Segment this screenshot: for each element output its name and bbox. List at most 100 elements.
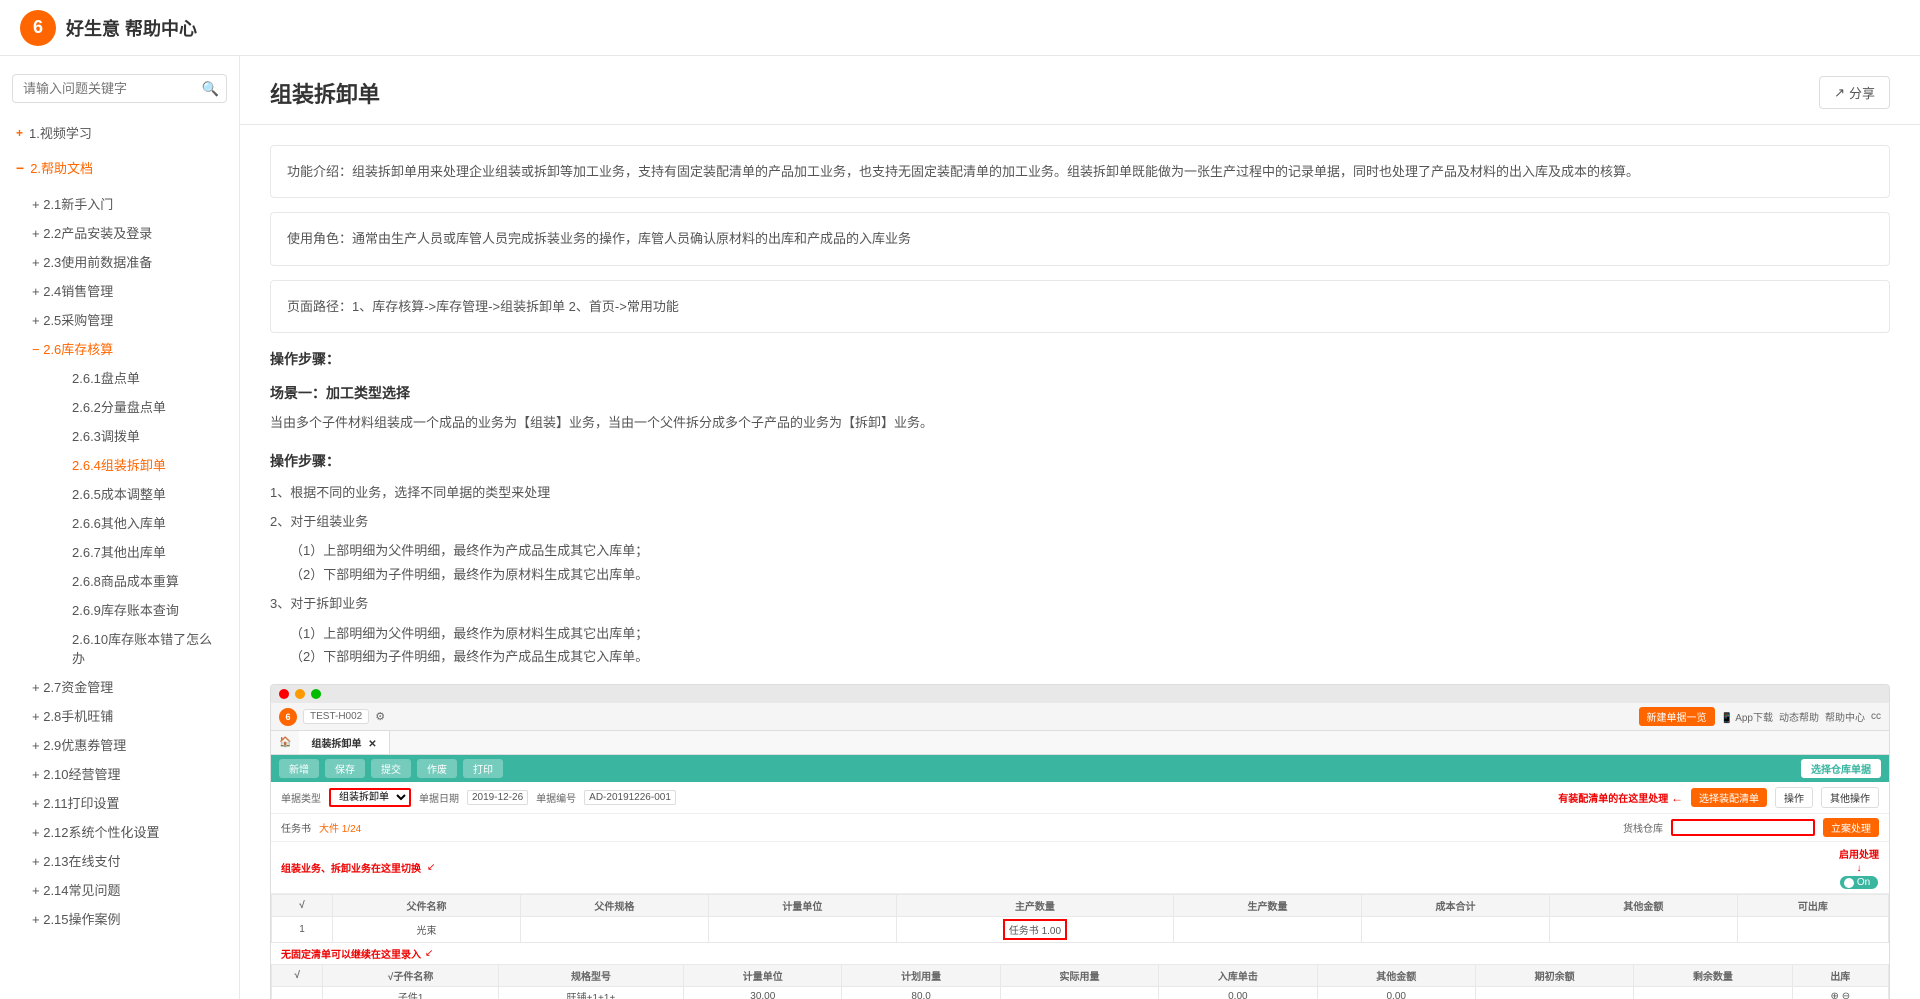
sidebar-item-management[interactable]: + 2.10经营管理 <box>32 759 239 788</box>
td-b-inprice: 0.00 <box>1159 987 1317 999</box>
th-b-out: 出库 <box>1792 965 1888 987</box>
mockup-tab-active[interactable]: 组装拆卸单 ✕ <box>299 731 389 754</box>
sidebar-item-stocktake[interactable]: 2.6.1盘点单 <box>72 363 239 392</box>
sidebar-item-print[interactable]: + 2.11打印设置 <box>32 788 239 817</box>
mockup-type-label: 单据类型 <box>281 790 321 805</box>
th-unit: 计量单位 <box>708 895 896 917</box>
td-plan-inner: 任务书 1.00 <box>1003 919 1067 940</box>
td-b-remain <box>1634 987 1792 999</box>
plus-icon: + <box>32 197 40 212</box>
sidebar-item-otheroutbound[interactable]: 2.6.7其他出库单 <box>72 537 239 566</box>
mockup-btn-confirm[interactable]: 立案处理 <box>1823 818 1879 837</box>
mockup-tab-close[interactable]: ✕ <box>368 739 376 750</box>
header: 6 好生意 帮助中心 <box>0 0 1920 56</box>
mockup-ui: 6 TEST-H002 ⚙ 新建单据一览 📱 App下载 动态帮助 帮助中心 c… <box>271 703 1889 999</box>
sidebar-docs-sub: + 2.1新手入门 + 2.2产品安装及登录 + 2.3使用前数据准备 + 2.… <box>0 185 239 937</box>
sidebar-item-coupon[interactable]: + 2.9优惠券管理 <box>32 730 239 759</box>
mockup-btn-other1[interactable]: 操作 <box>1775 787 1813 808</box>
sidebar-item-settings[interactable]: + 2.12系统个性化设置 <box>32 817 239 846</box>
sidebar-item-stockledger[interactable]: 2.6.9库存账本查询 <box>72 595 239 624</box>
annotation4-arrow: ↙ <box>425 948 433 959</box>
mockup-type-select[interactable]: 组装拆卸单 <box>329 788 411 807</box>
mockup-btn-delete[interactable]: 作废 <box>417 759 457 778</box>
mockup-task-label: 任务书 <box>281 820 311 835</box>
plus-icon: + <box>32 680 40 695</box>
breadcrumb-block: 页面路径：1、库存核算->库存管理->组装拆卸单 2、首页->常用功能 <box>270 280 1890 333</box>
sidebar-item-payment[interactable]: + 2.13在线支付 <box>32 846 239 875</box>
annotation4-area: 无固定清单可以继续在这里录入 ↙ <box>271 943 1889 964</box>
plus-icon: + <box>32 284 40 299</box>
mockup-btn-select-bom[interactable]: 选择装配清单 <box>1691 788 1767 807</box>
sidebar-item-assembly[interactable]: 2.6.4组装拆卸单 <box>72 450 239 479</box>
sidebar-item-faq[interactable]: + 2.14常见问题 <box>32 875 239 904</box>
mockup-form-row2: 任务书 大件 1/24 货栈仓库 立案处理 <box>271 814 1889 842</box>
sidebar-item-otherinbound[interactable]: 2.6.6其他入库单 <box>72 508 239 537</box>
toggle-on-switch[interactable]: On <box>1840 876 1878 889</box>
sidebar-item-dataprep[interactable]: + 2.3使用前数据准备 <box>32 247 239 276</box>
th-b-actual-qty: 实际用量 <box>1000 965 1158 987</box>
annotation3-text: 启用处理 <box>1839 846 1879 861</box>
annotation1-arrow: ← <box>1671 791 1683 805</box>
logo-text: 好生意 帮助中心 <box>66 15 197 41</box>
td-b-spec: 旺铺+1+1+ <box>498 987 683 999</box>
minus-icon: − <box>32 342 40 357</box>
logo: 6 好生意 帮助中心 <box>20 10 260 46</box>
mockup-warehouse-input[interactable] <box>1671 819 1815 836</box>
sidebar-item-costrecalc[interactable]: 2.6.8商品成本重算 <box>72 566 239 595</box>
share-icon: ↗ <box>1834 85 1845 101</box>
mockup-nav: 🏠 组装拆卸单 ✕ <box>271 731 1889 755</box>
mockup-btn-print[interactable]: 打印 <box>463 759 503 778</box>
plus-icon: + <box>32 912 40 927</box>
sidebar-item-mobile[interactable]: + 2.8手机旺铺 <box>32 701 239 730</box>
th-b-inbound-price: 入库单击 <box>1159 965 1317 987</box>
mockup-form-row1: 单据类型 组装拆卸单 单据日期 2019-12-26 单据编号 AD-20191… <box>271 782 1889 814</box>
sidebar-item-newcomer[interactable]: + 2.1新手入门 <box>32 189 239 218</box>
mockup-btn-select-warehouse[interactable]: 选择仓库单据 <box>1801 759 1881 778</box>
td-b-actual <box>1000 987 1158 999</box>
sidebar-item-docs[interactable]: − 2.帮助文档 <box>0 150 239 185</box>
sidebar-item-costadjust[interactable]: 2.6.5成本调整单 <box>72 479 239 508</box>
sidebar-item-ledgererror[interactable]: 2.6.10库存账本错了怎么办 <box>72 624 239 672</box>
th-b-check: √ <box>272 965 323 987</box>
plus-icon: + <box>32 313 40 328</box>
sidebar-item-install[interactable]: + 2.2产品安装及登录 <box>32 218 239 247</box>
sidebar-item-partstake[interactable]: 2.6.2分量盘点单 <box>72 392 239 421</box>
mockup-home-icon: 🏠 <box>279 737 291 748</box>
search-input[interactable] <box>12 74 227 103</box>
annotation4-text: 无固定清单可以继续在这里录入 <box>281 946 421 961</box>
mockup-form-row3: 组装业务、拆卸业务在这里切换 ↙ 启用处理 ↓ On <box>271 842 1889 894</box>
sidebar-item-video[interactable]: + 1.视频学习 <box>0 115 239 150</box>
mockup-new-btn[interactable]: 新建单据一览 <box>1639 707 1715 726</box>
mockup-date-label: 单据日期 <box>419 790 459 805</box>
step2-2: （2）下部明细为子件明细，最终作为原材料生成其它出库单。 <box>270 563 1890 586</box>
sidebar-item-inventory[interactable]: − 2.6库存核算 <box>32 334 239 363</box>
plus-icon: + <box>32 738 40 753</box>
mockup-warehouse-label: 货栈仓库 <box>1623 820 1663 835</box>
chrome-left <box>279 689 321 699</box>
intro-block-2: 使用角色：通常由生产人员或库管人员完成拆装业务的操作，库管人员确认原材料的出库和… <box>270 212 1890 265</box>
step3: 3、对于拆卸业务 <box>270 592 1890 615</box>
sidebar-item-transfer[interactable]: 2.6.3调拨单 <box>72 421 239 450</box>
sidebar-item-finance[interactable]: + 2.7资金管理 <box>32 672 239 701</box>
mockup-top-table-area: √ 父件名称 父件规格 计量单位 主产数量 生产数量 成本合计 其他金额 可出库 <box>271 894 1889 943</box>
mockup-btn-save[interactable]: 保存 <box>325 759 365 778</box>
search-box[interactable]: 🔍 <box>12 74 227 103</box>
mockup-btn-other2[interactable]: 其他操作 <box>1821 787 1879 808</box>
sidebar-item-purchase[interactable]: + 2.5采购管理 <box>32 305 239 334</box>
td-b-plan: 80.0 <box>842 987 1000 999</box>
search-icon[interactable]: 🔍 <box>202 80 219 97</box>
share-button[interactable]: ↗ 分享 <box>1819 76 1890 109</box>
plus-icon: + <box>32 226 40 241</box>
mockup-help-center-link: 帮助中心 <box>1825 709 1865 724</box>
sidebar-item-cases[interactable]: + 2.15操作案例 <box>32 904 239 933</box>
chrome-close <box>279 689 289 699</box>
th-b-remain: 剩余数量 <box>1634 965 1792 987</box>
sidebar-item-sales[interactable]: + 2.4销售管理 <box>32 276 239 305</box>
annotation2-area: 组装业务、拆卸业务在这里切换 ↙ <box>281 860 435 875</box>
sidebar-inventory-sub: 2.6.1盘点单 2.6.2分量盘点单 2.6.3调拨单 2.6.4组装拆卸单 … <box>32 363 239 672</box>
td-b-action[interactable]: ⊕ ⊖ <box>1792 987 1888 999</box>
step2-1: （1）上部明细为父件明细，最终作为产成品生成其它入库单； <box>270 539 1890 562</box>
td-unit <box>708 917 896 943</box>
mockup-btn-submit[interactable]: 提交 <box>371 759 411 778</box>
mockup-btn-new-doc[interactable]: 新增 <box>279 759 319 778</box>
